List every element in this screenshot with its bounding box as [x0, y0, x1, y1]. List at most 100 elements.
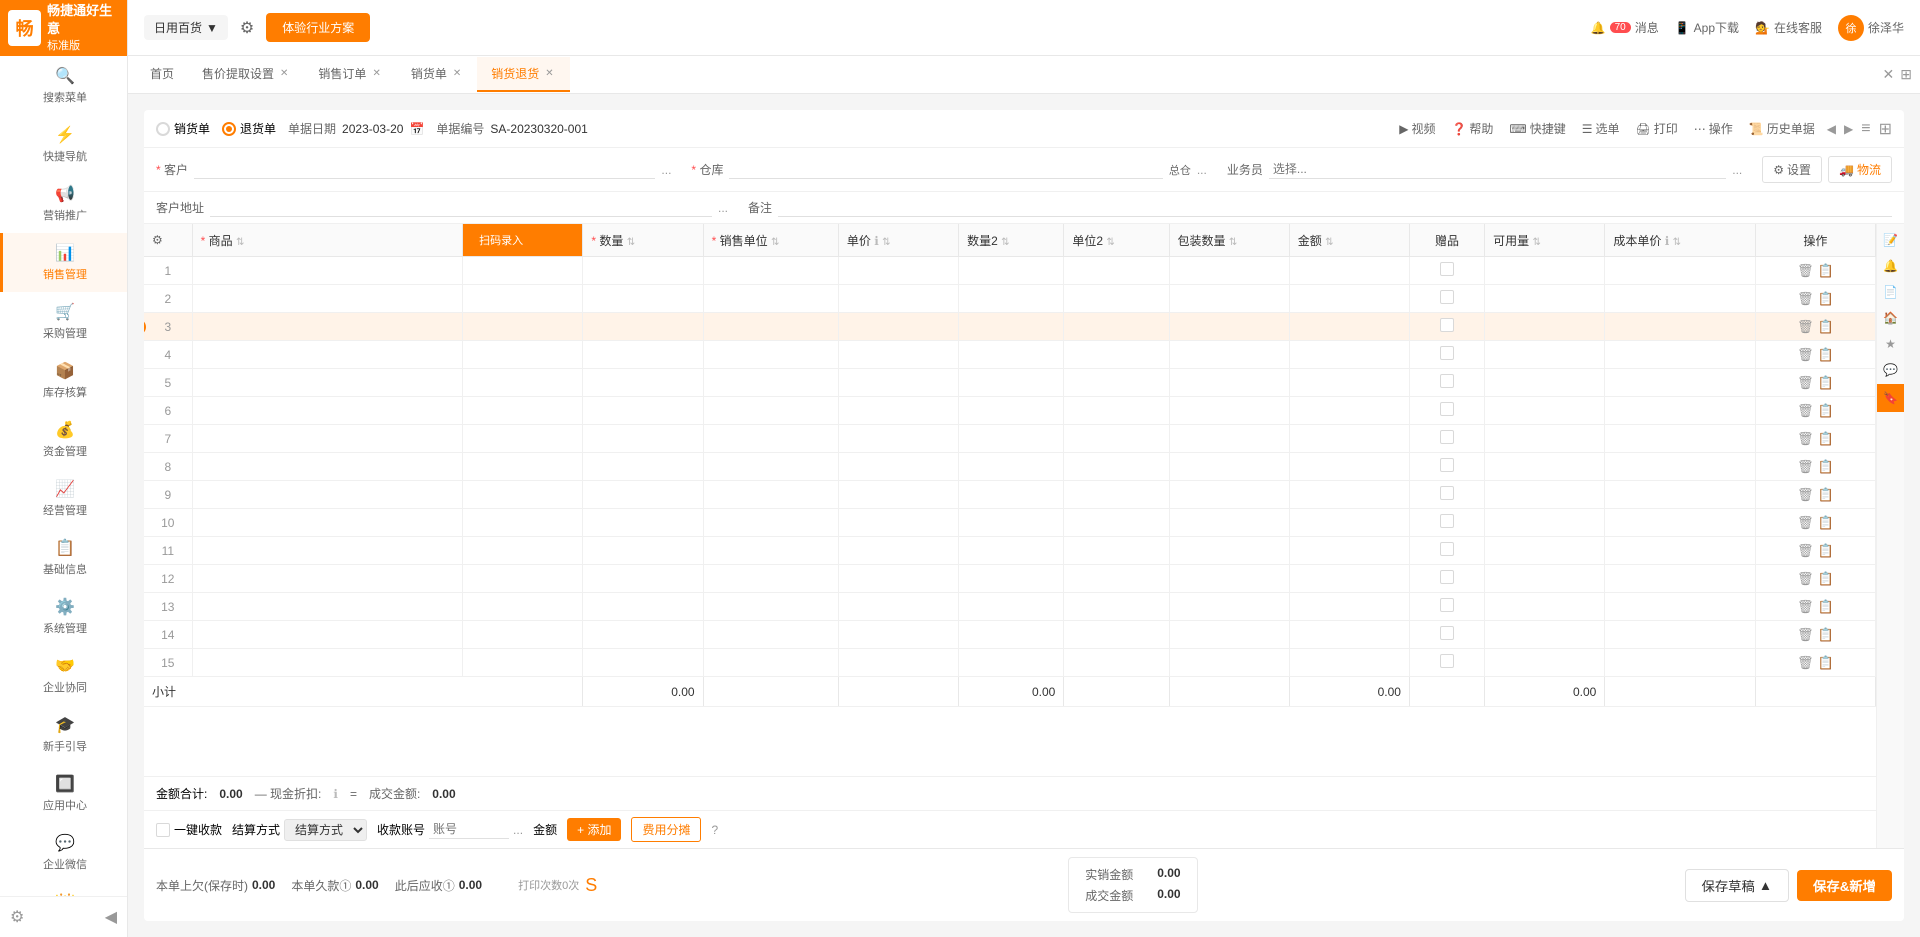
cell-pack-qty[interactable]: [1169, 649, 1289, 677]
cell-product[interactable]: [192, 649, 463, 677]
gift-checkbox[interactable]: [1440, 598, 1454, 612]
cell-quantity[interactable]: [583, 481, 703, 509]
delete-row-icon[interactable]: 🗑: [1797, 655, 1814, 671]
sort-unit2-icon[interactable]: ⇅: [1106, 237, 1114, 248]
sidebar-item-finance[interactable]: 💰 资金管理: [0, 410, 127, 469]
gift-checkbox[interactable]: [1440, 458, 1454, 472]
cell-gift[interactable]: [1409, 453, 1484, 481]
right-icon-notify[interactable]: 🔔: [1879, 254, 1903, 278]
scan-btn[interactable]: 扫码录入: [471, 230, 531, 250]
gift-checkbox[interactable]: [1440, 346, 1454, 360]
cell-amount[interactable]: [1289, 313, 1409, 341]
add-row-btn[interactable]: +: [144, 319, 146, 335]
sidebar-item-member[interactable]: 👑 畅会员: [0, 882, 127, 896]
cell-unit2[interactable]: [1064, 257, 1169, 285]
settings-form-btn[interactable]: ⚙ 设置: [1762, 156, 1822, 183]
copy-row-icon[interactable]: 📋: [1817, 599, 1833, 615]
cell-pack-qty[interactable]: [1169, 397, 1289, 425]
cell-quantity2[interactable]: [959, 397, 1064, 425]
copy-row-icon[interactable]: 📋: [1817, 543, 1833, 559]
online-service-item[interactable]: 💁 在线客服: [1755, 19, 1822, 36]
cell-quantity[interactable]: [583, 425, 703, 453]
cell-product[interactable]: [192, 453, 463, 481]
cell-pack-qty[interactable]: [1169, 453, 1289, 481]
sidebar-item-basic[interactable]: 📋 基础信息: [0, 528, 127, 587]
close-sales-delivery-icon[interactable]: ✕: [451, 68, 463, 79]
cell-product[interactable]: [192, 509, 463, 537]
cell-product[interactable]: [192, 257, 463, 285]
copy-row-icon[interactable]: 📋: [1817, 655, 1833, 671]
cell-gift[interactable]: [1409, 593, 1484, 621]
cell-gift[interactable]: [1409, 425, 1484, 453]
cell-product[interactable]: [192, 621, 463, 649]
cell-cost-price[interactable]: [1605, 257, 1755, 285]
salesperson-input[interactable]: [1269, 160, 1726, 179]
cell-cost-price[interactable]: [1605, 285, 1755, 313]
sort-product-icon[interactable]: ⇅: [236, 237, 244, 248]
radio-return[interactable]: 退货单: [222, 120, 276, 137]
cell-available[interactable]: [1485, 397, 1605, 425]
tab-sales-delivery[interactable]: 销货单 ✕: [397, 57, 477, 92]
industry-selector[interactable]: 日用百货 ▼: [144, 15, 228, 40]
cell-available[interactable]: [1485, 565, 1605, 593]
cell-gift[interactable]: [1409, 369, 1484, 397]
delete-row-icon[interactable]: 🗑: [1797, 599, 1814, 615]
cell-unit-price[interactable]: [838, 537, 958, 565]
cell-quantity[interactable]: [583, 509, 703, 537]
cell-unit2[interactable]: [1064, 565, 1169, 593]
customer-input[interactable]: [194, 160, 655, 179]
gift-checkbox[interactable]: [1440, 402, 1454, 416]
sidebar-item-purchase[interactable]: 🛒 采购管理: [0, 292, 127, 351]
cell-gift[interactable]: [1409, 621, 1484, 649]
cell-quantity2[interactable]: [959, 341, 1064, 369]
customer-picker-btn[interactable]: ...: [661, 163, 671, 177]
cell-unit2[interactable]: [1064, 593, 1169, 621]
copy-row-icon[interactable]: 📋: [1817, 319, 1833, 335]
cell-amount[interactable]: [1289, 481, 1409, 509]
save-draft-btn[interactable]: 保存草稿 ▲: [1685, 869, 1790, 902]
sidebar-item-operations[interactable]: 📈 经营管理: [0, 469, 127, 528]
calendar-icon[interactable]: 📅: [409, 122, 424, 136]
cell-cost-price[interactable]: [1605, 537, 1755, 565]
copy-row-icon[interactable]: 📋: [1817, 627, 1833, 643]
sidebar-item-wechat[interactable]: 💬 企业微信: [0, 823, 127, 882]
cell-quantity[interactable]: [583, 649, 703, 677]
cell-quantity[interactable]: [583, 397, 703, 425]
close-all-icon[interactable]: ✕: [1883, 66, 1895, 83]
cell-product[interactable]: [192, 369, 463, 397]
gift-checkbox[interactable]: [1440, 626, 1454, 640]
gift-checkbox[interactable]: [1440, 374, 1454, 388]
right-icon-bookmark[interactable]: 🔖: [1877, 384, 1905, 412]
address-input[interactable]: [210, 198, 712, 217]
close-price-setting-icon[interactable]: ✕: [278, 68, 290, 79]
gift-checkbox[interactable]: [1440, 654, 1454, 668]
cell-quantity2[interactable]: [959, 649, 1064, 677]
select-btn[interactable]: ☰ 选单: [1578, 118, 1624, 139]
cell-sales-unit[interactable]: [703, 453, 838, 481]
delete-row-icon[interactable]: 🗑: [1797, 627, 1814, 643]
cell-unit2[interactable]: [1064, 341, 1169, 369]
delete-row-icon[interactable]: 🗑: [1797, 459, 1814, 475]
cell-quantity[interactable]: [583, 369, 703, 397]
cell-product[interactable]: [192, 593, 463, 621]
save-new-btn[interactable]: 保存&新增: [1797, 870, 1892, 901]
collapse-icon[interactable]: ◀: [105, 907, 117, 927]
one-click-checkbox[interactable]: [156, 823, 170, 837]
history-btn[interactable]: 📜 历史单据: [1745, 118, 1819, 139]
add-payment-btn[interactable]: + 添加: [567, 818, 621, 841]
delete-row-icon[interactable]: 🗑: [1797, 319, 1814, 335]
column-settings-icon[interactable]: ⚙: [152, 233, 163, 247]
cell-sales-unit[interactable]: [703, 649, 838, 677]
cell-gift[interactable]: [1409, 509, 1484, 537]
copy-row-icon[interactable]: 📋: [1817, 487, 1833, 503]
cell-sales-unit[interactable]: [703, 509, 838, 537]
cell-amount[interactable]: [1289, 341, 1409, 369]
gift-checkbox[interactable]: [1440, 318, 1454, 332]
delete-row-icon[interactable]: 🗑: [1797, 403, 1814, 419]
cell-quantity[interactable]: [583, 453, 703, 481]
right-icon-edit[interactable]: 📝: [1879, 228, 1903, 252]
cell-pack-qty[interactable]: [1169, 593, 1289, 621]
cell-cost-price[interactable]: [1605, 621, 1755, 649]
app-download-item[interactable]: 📱 App下载: [1675, 19, 1739, 36]
cell-quantity2[interactable]: [959, 453, 1064, 481]
